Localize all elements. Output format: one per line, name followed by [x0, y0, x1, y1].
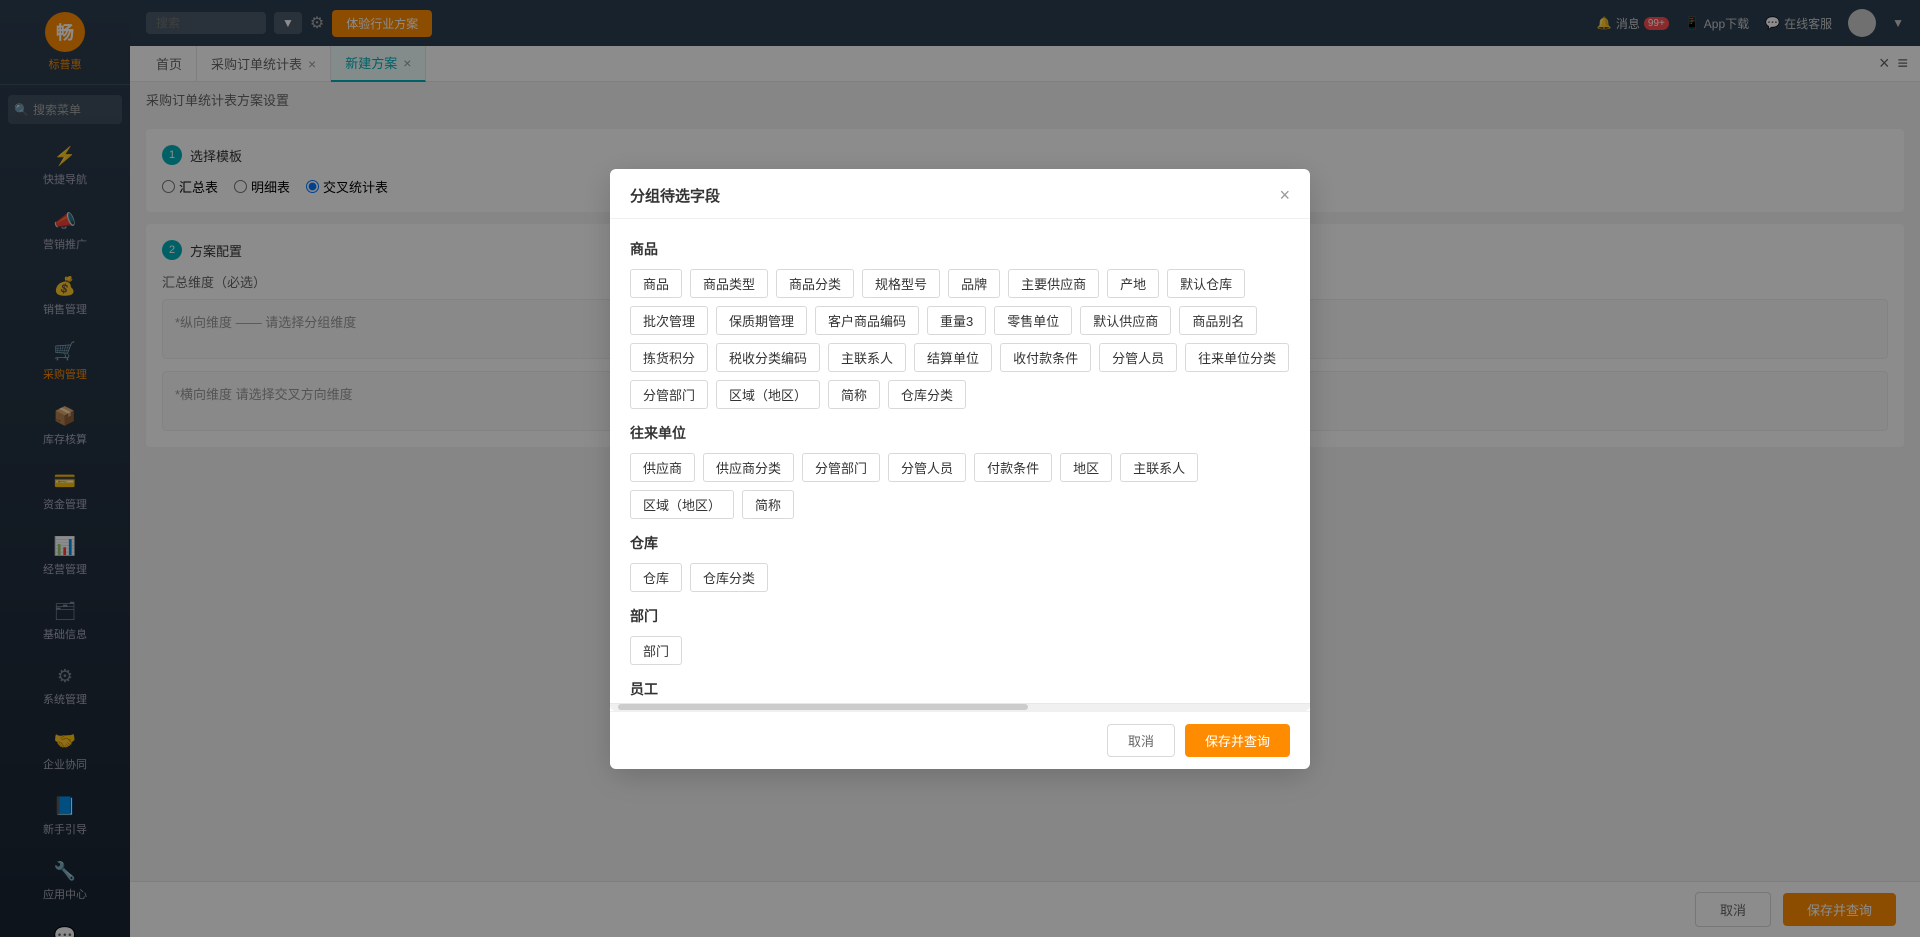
field-dept-managed2[interactable]: 分管部门: [802, 453, 880, 482]
field-supplier[interactable]: 供应商: [630, 453, 695, 482]
dept-fields: 部门: [630, 636, 1290, 665]
counterpart-fields: 供应商 供应商分类 分管部门 分管人员 付款条件 地区 主联系人 区域（地区） …: [630, 453, 1290, 519]
field-payment-terms[interactable]: 收付款条件: [1000, 343, 1091, 372]
modal-close-btn[interactable]: ×: [1279, 185, 1290, 206]
field-retail-unit[interactable]: 零售单位: [994, 306, 1072, 335]
field-select-modal: 分组待选字段 × 商品 商品 商品类型 商品分类 规格型号 品牌 主要供应商 产…: [610, 169, 1310, 769]
field-warehouse-category[interactable]: 仓库分类: [690, 563, 768, 592]
field-main-contact2[interactable]: 主联系人: [1120, 453, 1198, 482]
field-spec-model[interactable]: 规格型号: [862, 269, 940, 298]
section-title-employee: 员工: [630, 679, 1290, 699]
field-area[interactable]: 地区: [1060, 453, 1112, 482]
field-warehouse-cat[interactable]: 仓库分类: [888, 380, 966, 409]
field-supervisor[interactable]: 分管人员: [1099, 343, 1177, 372]
section-title-counterpart: 往来单位: [630, 423, 1290, 443]
field-weight3[interactable]: 重量3: [927, 306, 986, 335]
field-main-supplier[interactable]: 主要供应商: [1008, 269, 1099, 298]
field-goods-category[interactable]: 商品分类: [776, 269, 854, 298]
modal-footer: 取消 保存并查询: [610, 711, 1310, 769]
field-supplier-cat[interactable]: 供应商分类: [703, 453, 794, 482]
field-goods-alias[interactable]: 商品别名: [1179, 306, 1257, 335]
modal-body[interactable]: 商品 商品 商品类型 商品分类 规格型号 品牌 主要供应商 产地 默认仓库 批次…: [610, 219, 1310, 703]
section-title-goods: 商品: [630, 239, 1290, 259]
field-supervisor2[interactable]: 分管人员: [888, 453, 966, 482]
field-main-contact[interactable]: 主联系人: [828, 343, 906, 372]
modal-title: 分组待选字段: [630, 185, 720, 206]
field-partner-category[interactable]: 往来单位分类: [1185, 343, 1289, 372]
field-origin[interactable]: 产地: [1107, 269, 1159, 298]
field-pick-points[interactable]: 拣货积分: [630, 343, 708, 372]
field-abbr[interactable]: 简称: [828, 380, 880, 409]
field-goods-type[interactable]: 商品类型: [690, 269, 768, 298]
field-abbr2[interactable]: 简称: [742, 490, 794, 519]
section-title-dept: 部门: [630, 606, 1290, 626]
field-dept-managed[interactable]: 分管部门: [630, 380, 708, 409]
modal-overlay: 分组待选字段 × 商品 商品 商品类型 商品分类 规格型号 品牌 主要供应商 产…: [0, 0, 1920, 937]
modal-header: 分组待选字段 ×: [610, 169, 1310, 219]
modal-hscroll: [610, 703, 1310, 711]
field-default-supplier[interactable]: 默认供应商: [1080, 306, 1171, 335]
goods-fields: 商品 商品类型 商品分类 规格型号 品牌 主要供应商 产地 默认仓库 批次管理 …: [630, 269, 1290, 409]
field-region[interactable]: 区域（地区）: [716, 380, 820, 409]
field-customer-code[interactable]: 客户商品编码: [815, 306, 919, 335]
field-payment-cond[interactable]: 付款条件: [974, 453, 1052, 482]
field-dept[interactable]: 部门: [630, 636, 682, 665]
field-goods[interactable]: 商品: [630, 269, 682, 298]
field-region2[interactable]: 区域（地区）: [630, 490, 734, 519]
field-batch-mgmt[interactable]: 批次管理: [630, 306, 708, 335]
hscroll-thumb: [618, 704, 1028, 710]
field-expiry-mgmt[interactable]: 保质期管理: [716, 306, 807, 335]
field-tax-code[interactable]: 税收分类编码: [716, 343, 820, 372]
field-brand[interactable]: 品牌: [948, 269, 1000, 298]
modal-cancel-btn[interactable]: 取消: [1107, 724, 1175, 757]
section-title-warehouse: 仓库: [630, 533, 1290, 553]
field-settle-unit[interactable]: 结算单位: [914, 343, 992, 372]
field-default-warehouse[interactable]: 默认仓库: [1167, 269, 1245, 298]
field-warehouse[interactable]: 仓库: [630, 563, 682, 592]
modal-confirm-btn[interactable]: 保存并查询: [1185, 724, 1290, 757]
warehouse-fields: 仓库 仓库分类: [630, 563, 1290, 592]
